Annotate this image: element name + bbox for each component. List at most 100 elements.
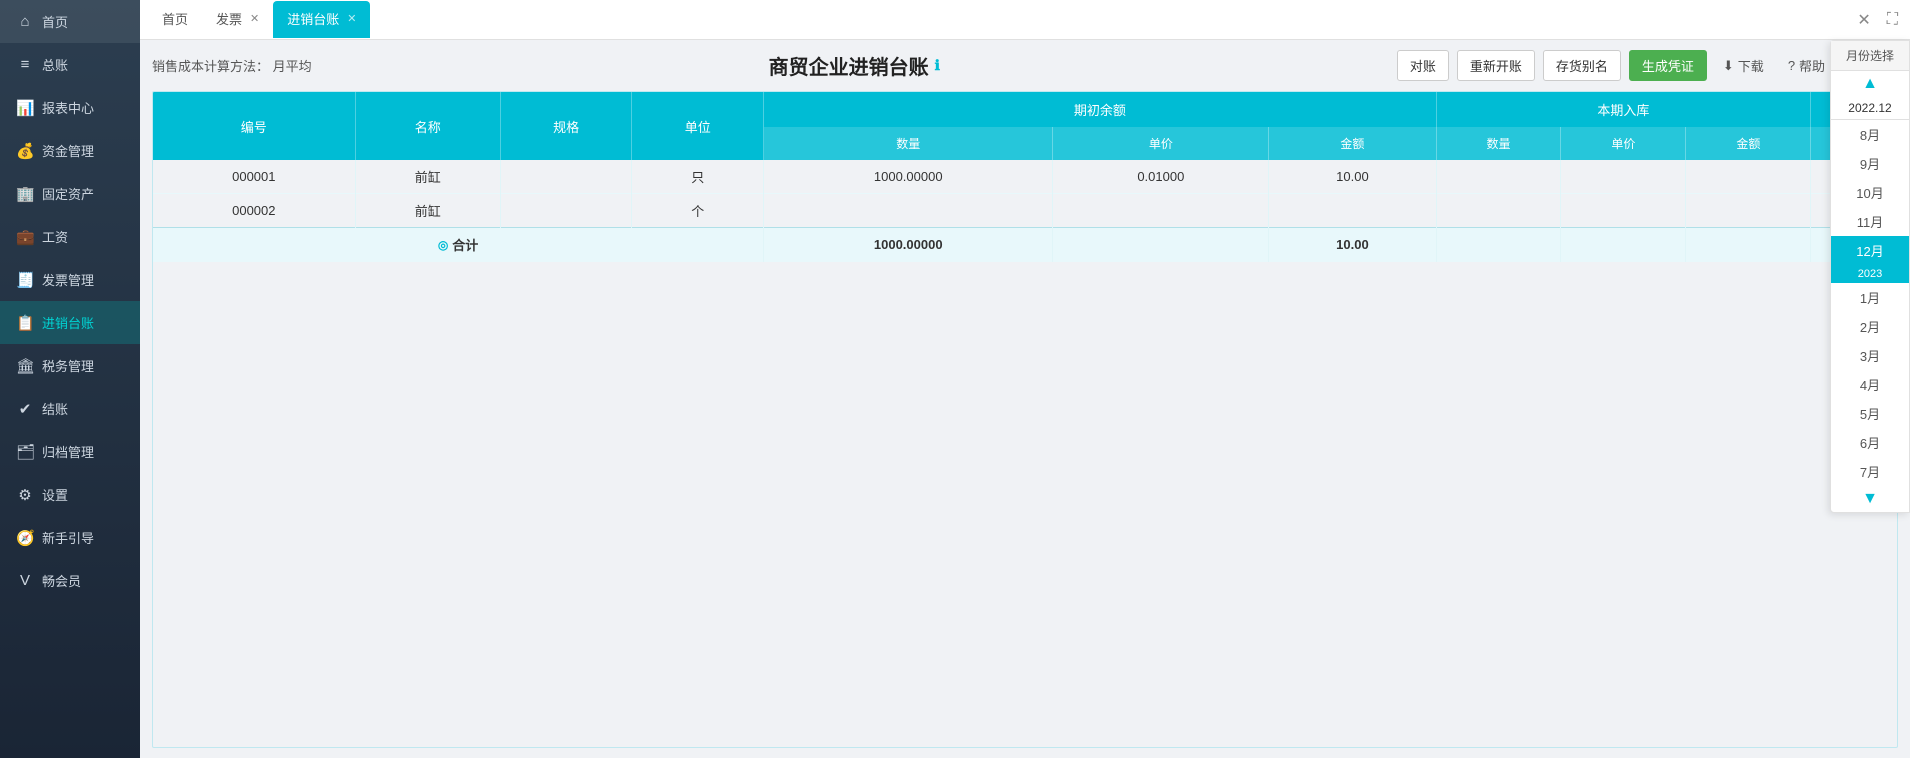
month-item-10[interactable]: 10月: [1831, 178, 1909, 207]
total-in-price: [1561, 228, 1686, 262]
generate-voucher-button[interactable]: 生成凭证: [1629, 50, 1707, 81]
year-2023-marker: 2023: [1831, 265, 1909, 283]
total-in-amount: [1686, 228, 1811, 262]
sidebar-item-label: 发票管理: [42, 270, 94, 289]
cost-method-value: 月平均: [273, 59, 312, 74]
download-button[interactable]: ⬇ 下载: [1715, 51, 1772, 80]
month-nav-down[interactable]: ▼: [1831, 486, 1909, 512]
tab-inventory-label: 进销台账: [287, 9, 339, 28]
cell-opening-qty: 1000.00000: [764, 160, 1053, 194]
col-current-in-group: 本期入库: [1436, 92, 1811, 127]
tab-inventory-close[interactable]: ✕: [347, 12, 356, 25]
sidebar-item-closeout[interactable]: ✔ 结账: [0, 387, 140, 430]
month-item-8[interactable]: 8月: [1831, 120, 1909, 149]
month-item-3[interactable]: 3月: [1831, 341, 1909, 370]
inventory-table: 编号 名称 规格 单位 期初余额 本期入库 数 数量 单价 金额 数量 单价: [153, 92, 1897, 262]
month-item-9[interactable]: 9月: [1831, 149, 1909, 178]
sidebar-item-label: 新手引导: [42, 528, 94, 547]
sidebar-item-ledger[interactable]: ≡ 总账: [0, 43, 140, 86]
close-button[interactable]: ✕: [1853, 8, 1874, 32]
sidebar-item-archive[interactable]: 🗂 归档管理: [0, 430, 140, 473]
tab-invoice-close[interactable]: ✕: [250, 12, 259, 25]
sidebar-item-settings[interactable]: ⚙ 设置: [0, 473, 140, 516]
maximize-button[interactable]: ⛶: [1883, 8, 1902, 32]
month-item-1[interactable]: 1月: [1831, 283, 1909, 312]
closeout-icon: ✔: [16, 400, 34, 418]
month-item-5[interactable]: 5月: [1831, 399, 1909, 428]
sidebar-item-invoice-mgmt[interactable]: 🧾 发票管理: [0, 258, 140, 301]
cell-in-amount: [1686, 160, 1811, 194]
archive-icon: 🗂: [16, 443, 34, 461]
page-title-area: 商贸企业进销台账 ℹ: [769, 51, 940, 80]
sidebar-item-label: 首页: [42, 12, 68, 31]
col-opening-price: 单价: [1053, 127, 1269, 160]
cell-in-qty: [1436, 194, 1561, 228]
total-row: ◎ 合计 1000.00000 10.00: [153, 228, 1897, 262]
cell-spec: [500, 194, 632, 228]
page-title: 商贸企业进销台账: [769, 51, 929, 80]
table-row[interactable]: 000001 前缸 只 1000.00000 0.01000 10.00: [153, 160, 1897, 194]
tab-bar: 首页 发票 ✕ 进销台账 ✕: [140, 0, 1910, 40]
inventory-icon: 📋: [16, 314, 34, 332]
sidebar-item-tax[interactable]: 🏛 税务管理: [0, 344, 140, 387]
sidebar-item-label: 报表中心: [42, 98, 94, 117]
month-item-6[interactable]: 6月: [1831, 428, 1909, 457]
cost-method-label: 销售成本计算方法：: [152, 59, 269, 74]
cell-in-qty: [1436, 160, 1561, 194]
sidebar-item-payroll[interactable]: 💼 工资: [0, 215, 140, 258]
col-in-price: 单价: [1561, 127, 1686, 160]
sidebar-item-assets[interactable]: 🏢 固定资产: [0, 172, 140, 215]
col-opening-amount: 金额: [1269, 127, 1436, 160]
col-opening-balance-group: 期初余额: [764, 92, 1436, 127]
tab-home[interactable]: 首页: [148, 1, 202, 38]
month-item-7[interactable]: 7月: [1831, 457, 1909, 486]
help-icon: ?: [1788, 58, 1795, 73]
tab-home-label: 首页: [162, 9, 188, 28]
tab-invoice[interactable]: 发票 ✕: [202, 1, 273, 38]
payroll-icon: 💼: [16, 228, 34, 246]
cell-spec: [500, 160, 632, 194]
home-icon: ⌂: [16, 13, 34, 30]
total-in-qty: [1436, 228, 1561, 262]
sidebar-item-funds[interactable]: 💰 资金管理: [0, 129, 140, 172]
total-label-text: 合计: [452, 235, 478, 254]
info-icon[interactable]: ℹ: [935, 57, 940, 74]
reopen-button[interactable]: 重新开账: [1457, 50, 1535, 81]
sidebar-item-member[interactable]: V 畅会员: [0, 559, 140, 602]
table-row[interactable]: 000002 前缸 个: [153, 194, 1897, 228]
reports-icon: 📊: [16, 99, 34, 117]
data-table-container[interactable]: 编号 名称 规格 单位 期初余额 本期入库 数 数量 单价 金额 数量 单价: [152, 91, 1898, 748]
sidebar-item-guide[interactable]: 🧭 新手引导: [0, 516, 140, 559]
cell-name: 前缸: [355, 160, 500, 194]
sidebar-item-label: 工资: [42, 227, 68, 246]
cell-unit: 个: [632, 194, 764, 228]
month-item-12[interactable]: 12月: [1831, 236, 1909, 265]
reconcile-button[interactable]: 对账: [1397, 50, 1449, 81]
sidebar-item-label: 畅会员: [42, 571, 81, 590]
sidebar-item-label: 结账: [42, 399, 68, 418]
cell-opening-price: 0.01000: [1053, 160, 1269, 194]
cell-in-amount: [1686, 194, 1811, 228]
month-nav-up[interactable]: ▲: [1831, 71, 1909, 97]
cell-opening-amount: [1269, 194, 1436, 228]
month-panel: 月份选择 ▲ 2022.12 8月 9月 10月 11月 12月 2023 1月…: [1830, 40, 1910, 513]
month-item-4[interactable]: 4月: [1831, 370, 1909, 399]
sidebar-item-label: 税务管理: [42, 356, 94, 375]
tab-inventory[interactable]: 进销台账 ✕: [273, 1, 370, 38]
sidebar-item-label: 进销台账: [42, 313, 94, 332]
month-item-2[interactable]: 2月: [1831, 312, 1909, 341]
sidebar: ⌂ 首页 ≡ 总账 📊 报表中心 💰 资金管理 🏢 固定资产 💼 工资 🧾 发票…: [0, 0, 140, 758]
month-item-11[interactable]: 11月: [1831, 207, 1909, 236]
save-alias-button[interactable]: 存货别名: [1543, 50, 1621, 81]
sidebar-item-label: 设置: [42, 485, 68, 504]
sidebar-item-inventory[interactable]: 📋 进销台账: [0, 301, 140, 344]
total-opening-qty: 1000.00000: [764, 228, 1053, 262]
help-button[interactable]: ? 帮助: [1780, 51, 1833, 80]
sidebar-item-label: 归档管理: [42, 442, 94, 461]
cost-method-info: 销售成本计算方法： 月平均: [152, 56, 312, 75]
sidebar-item-reports[interactable]: 📊 报表中心: [0, 86, 140, 129]
sidebar-item-label: 资金管理: [42, 141, 94, 160]
cell-in-price: [1561, 194, 1686, 228]
sidebar-item-home[interactable]: ⌂ 首页: [0, 0, 140, 43]
cell-opening-price: [1053, 194, 1269, 228]
